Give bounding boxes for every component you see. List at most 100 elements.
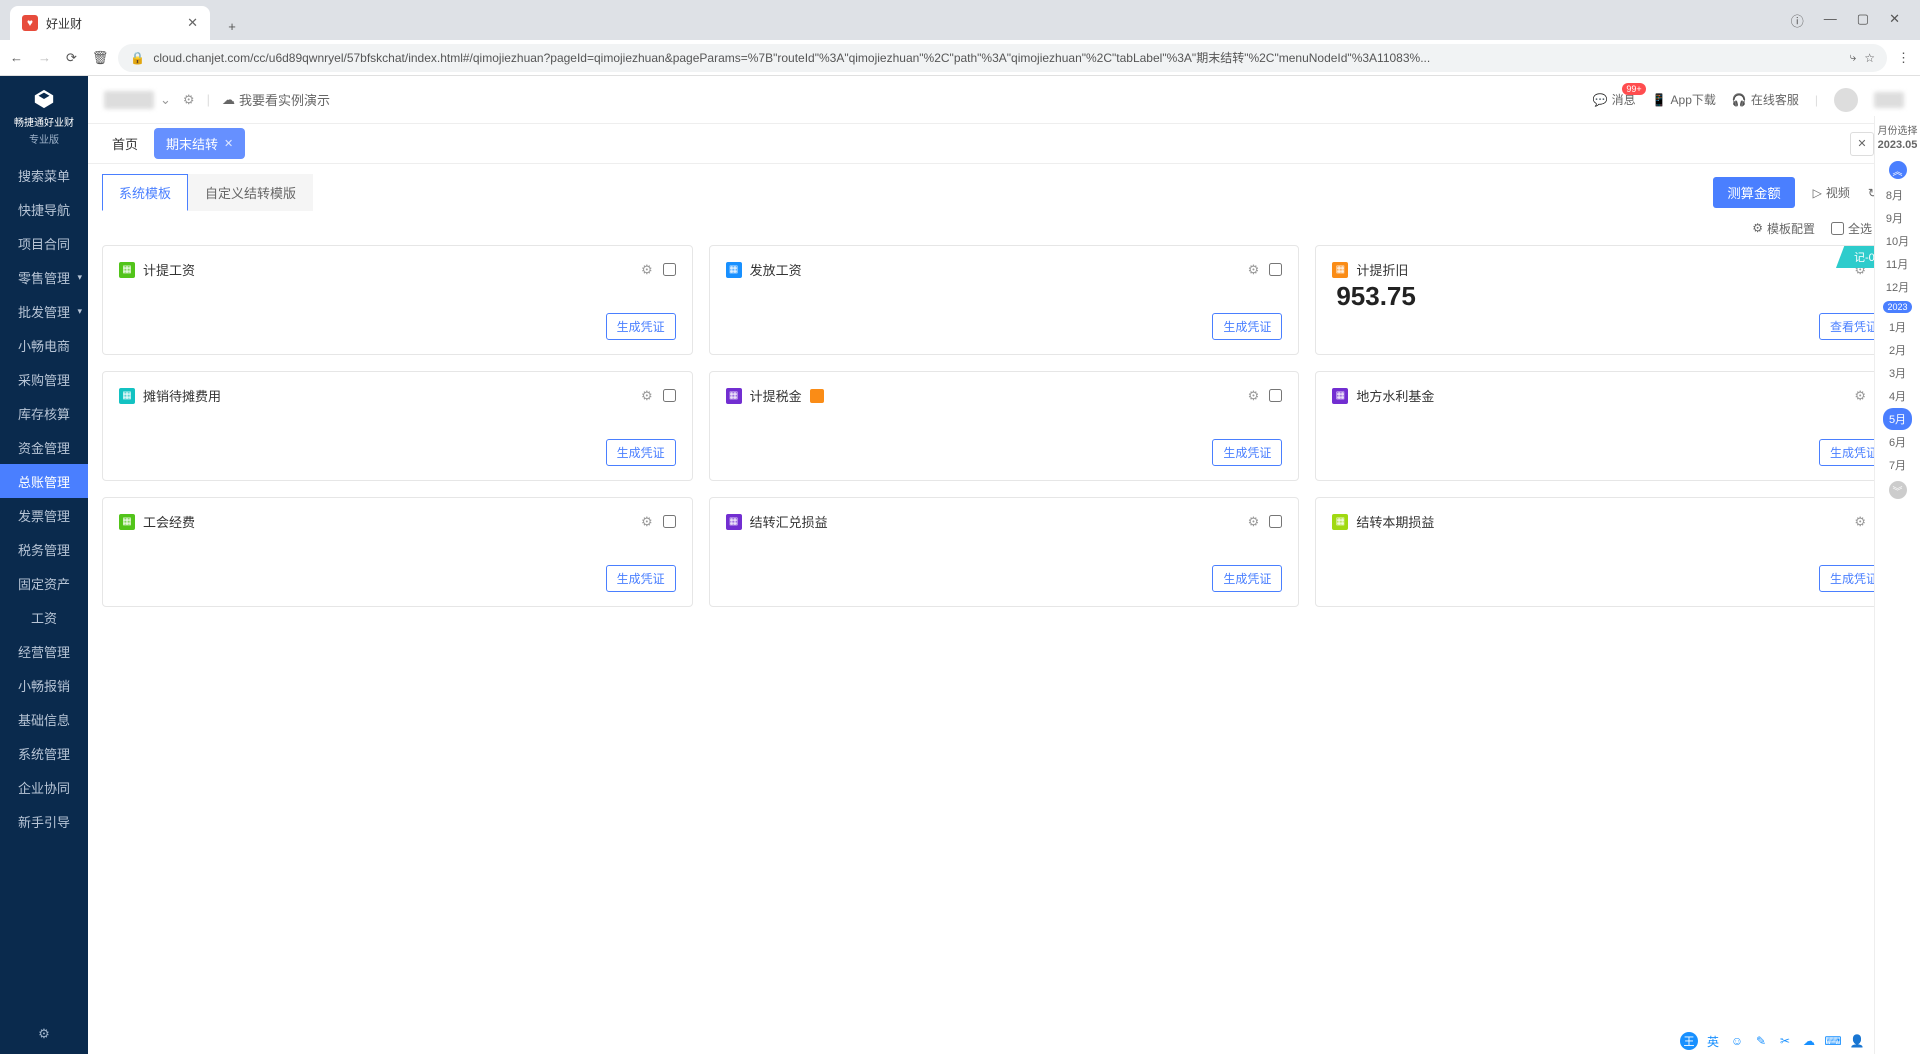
ime-icon[interactable]: 王: [1680, 1032, 1698, 1050]
month-option[interactable]: 11月: [1880, 253, 1915, 275]
sidebar-item-5[interactable]: 小畅电商: [0, 328, 88, 362]
back-icon[interactable]: ←: [10, 50, 23, 66]
month-option[interactable]: 8月: [1880, 184, 1915, 206]
card-checkbox[interactable]: [663, 389, 676, 402]
card-checkbox[interactable]: [663, 515, 676, 528]
card-action-button[interactable]: 生成凭证: [606, 565, 676, 592]
month-option[interactable]: 12月: [1880, 276, 1915, 298]
sidebar-item-4[interactable]: 批发管理▾: [0, 294, 88, 328]
card-checkbox[interactable]: [1269, 389, 1282, 402]
video-link[interactable]: ▷ 视频: [1813, 184, 1850, 201]
maximize-icon[interactable]: ▢: [1857, 11, 1869, 30]
card-action-button[interactable]: 生成凭证: [1212, 313, 1282, 340]
sidebar-item-8[interactable]: 资金管理: [0, 430, 88, 464]
sidebar-item-1[interactable]: 快捷导航: [0, 192, 88, 226]
sub-tab-system[interactable]: 系统模板: [102, 174, 188, 211]
demo-link[interactable]: ☁ 我要看实例演示: [222, 90, 330, 109]
gear-icon[interactable]: ⚙: [641, 262, 653, 278]
sidebar-item-10[interactable]: 发票管理: [0, 498, 88, 532]
tab-home[interactable]: 首页: [100, 128, 150, 159]
delete-icon[interactable]: 🗑: [92, 50, 109, 66]
template-config-link[interactable]: ⚙ 模板配置: [1752, 220, 1815, 237]
month-option[interactable]: 1月: [1883, 316, 1912, 338]
sidebar-item-11[interactable]: 税务管理: [0, 532, 88, 566]
month-option[interactable]: 10月: [1880, 230, 1915, 252]
gear-icon[interactable]: ⚙: [1854, 388, 1866, 404]
app-download-button[interactable]: 📱 App下载: [1652, 91, 1716, 108]
month-option[interactable]: 5月: [1883, 408, 1912, 430]
username-blurred: [1874, 92, 1904, 108]
close-icon[interactable]: ✕: [187, 15, 198, 31]
tb-icon-6[interactable]: 👤: [1848, 1032, 1866, 1050]
sidebar-item-18[interactable]: 企业协同: [0, 770, 88, 804]
gear-icon[interactable]: ⚙: [641, 388, 653, 404]
sub-tab-custom[interactable]: 自定义结转模版: [188, 174, 313, 211]
settings-icon[interactable]: ⚙: [0, 1014, 88, 1054]
sidebar-item-6[interactable]: 采购管理: [0, 362, 88, 396]
ime-lang[interactable]: 英: [1704, 1032, 1722, 1050]
sidebar-item-9[interactable]: 总账管理: [0, 464, 88, 498]
sidebar-item-3[interactable]: 零售管理▾: [0, 260, 88, 294]
gear-icon[interactable]: ⚙: [1248, 262, 1260, 278]
tb-icon-5[interactable]: ⌨: [1824, 1032, 1842, 1050]
card-checkbox[interactable]: [1269, 263, 1282, 276]
online-service-button[interactable]: 🎧 在线客服: [1732, 91, 1799, 108]
org-selector[interactable]: ⌄: [104, 91, 171, 109]
close-icon[interactable]: ✕: [224, 137, 233, 150]
card-action-button[interactable]: 生成凭证: [1212, 565, 1282, 592]
message-button[interactable]: 💬 消息 99+: [1593, 91, 1636, 108]
month-option[interactable]: 4月: [1883, 385, 1912, 407]
gear-icon[interactable]: ⚙: [1854, 514, 1866, 530]
sidebar-item-15[interactable]: 小畅报销: [0, 668, 88, 702]
translate-icon[interactable]: ⤷: [1850, 50, 1857, 65]
card-action-button[interactable]: 生成凭证: [606, 439, 676, 466]
star-icon[interactable]: ☆: [1864, 51, 1875, 65]
scroll-up-icon[interactable]: ︽: [1889, 161, 1907, 179]
month-option[interactable]: 7月: [1883, 454, 1912, 476]
browser-tab[interactable]: ♥ 好业财 ✕: [10, 6, 210, 40]
avatar[interactable]: [1834, 88, 1858, 112]
card-action-button[interactable]: 生成凭证: [606, 313, 676, 340]
close-all-tabs-button[interactable]: ✕: [1850, 132, 1874, 156]
card-checkbox[interactable]: [663, 263, 676, 276]
tab-period-end[interactable]: 期末结转 ✕: [154, 128, 245, 159]
info-icon[interactable]: ⓘ: [1791, 11, 1804, 30]
sidebar-item-12[interactable]: 固定资产: [0, 566, 88, 600]
gear-icon[interactable]: ⚙: [1248, 514, 1260, 530]
select-all-input[interactable]: [1831, 222, 1844, 235]
month-option[interactable]: 6月: [1883, 431, 1912, 453]
sidebar-item-label: 新手引导: [18, 812, 70, 831]
select-all-checkbox[interactable]: 全选: [1831, 220, 1872, 237]
month-option[interactable]: 3月: [1883, 362, 1912, 384]
sidebar-item-7[interactable]: 库存核算: [0, 396, 88, 430]
new-tab-button[interactable]: +: [218, 12, 246, 40]
sidebar-item-2[interactable]: 项目合同: [0, 226, 88, 260]
menu-icon[interactable]: ⋮: [1897, 50, 1910, 66]
tb-icon-3[interactable]: ✂: [1776, 1032, 1794, 1050]
card-4: ▦ 计提税金 ⚙ 生成凭证: [709, 371, 1300, 481]
minimize-icon[interactable]: —: [1824, 11, 1837, 30]
month-option[interactable]: 9月: [1880, 207, 1915, 229]
sidebar-item-19[interactable]: 新手引导: [0, 804, 88, 838]
close-window-icon[interactable]: ✕: [1889, 11, 1900, 30]
forward-icon[interactable]: →: [38, 50, 51, 66]
sidebar-item-0[interactable]: 搜索菜单: [0, 158, 88, 192]
month-option[interactable]: 2月: [1883, 339, 1912, 361]
sidebar-item-14[interactable]: 经营管理: [0, 634, 88, 668]
reload-icon[interactable]: ⟳: [66, 50, 77, 66]
sidebar-item-label: 固定资产: [18, 574, 70, 593]
scroll-down-icon[interactable]: ︾: [1889, 481, 1907, 499]
sidebar-item-17[interactable]: 系统管理: [0, 736, 88, 770]
tb-icon-2[interactable]: ✎: [1752, 1032, 1770, 1050]
sidebar-item-16[interactable]: 基础信息: [0, 702, 88, 736]
tb-icon-4[interactable]: ☁: [1800, 1032, 1818, 1050]
gear-icon[interactable]: ⚙: [641, 514, 653, 530]
gear-icon[interactable]: ⚙: [1248, 388, 1260, 404]
tb-icon-1[interactable]: ☺: [1728, 1032, 1746, 1050]
sidebar-item-13[interactable]: 工资: [0, 600, 88, 634]
address-bar[interactable]: 🔒 cloud.chanjet.com/cc/u6d89qwnryel/57bf…: [118, 44, 1887, 72]
gear-icon[interactable]: ⚙: [183, 92, 195, 108]
card-action-button[interactable]: 生成凭证: [1212, 439, 1282, 466]
calc-amount-button[interactable]: 测算金额: [1713, 177, 1794, 208]
card-checkbox[interactable]: [1269, 515, 1282, 528]
